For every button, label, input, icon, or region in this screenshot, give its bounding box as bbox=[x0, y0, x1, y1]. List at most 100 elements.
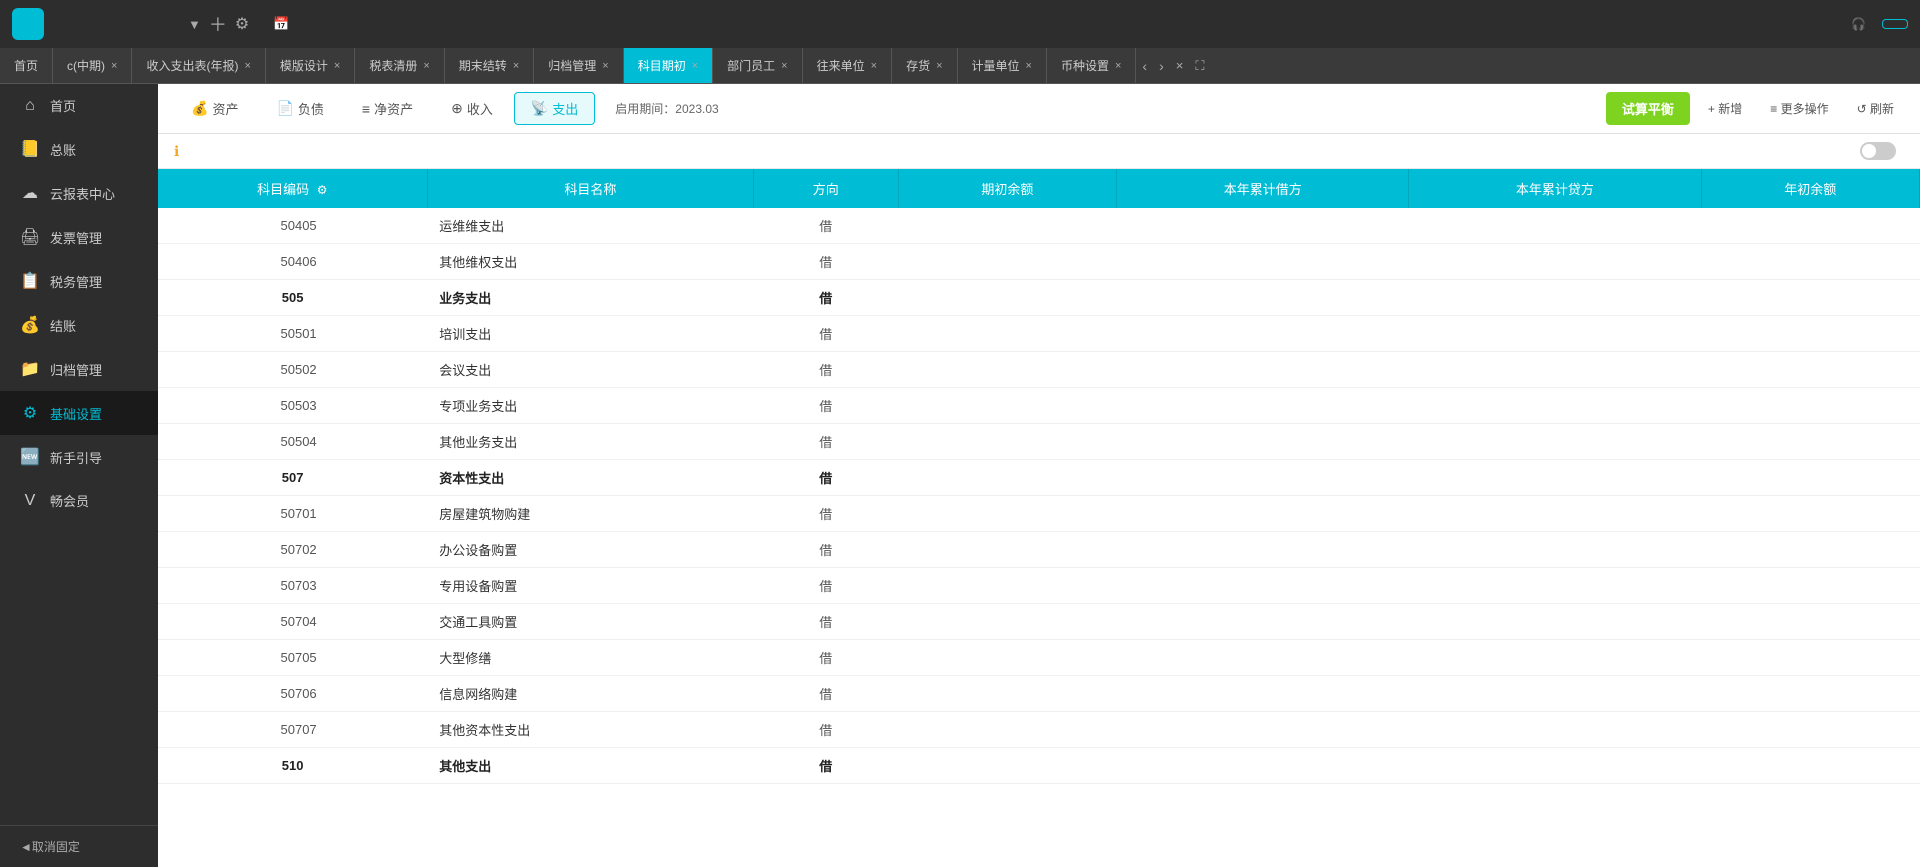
sidebar-item-report[interactable]: ☁ 云报表中心 bbox=[0, 171, 158, 215]
table-row[interactable]: 50704交通工具购置借 bbox=[158, 604, 1920, 640]
tab-存货[interactable]: 存货× bbox=[892, 48, 957, 83]
sidebar-item-guide[interactable]: 🆕 新手引导 bbox=[0, 435, 158, 479]
table-row[interactable]: 50706信息网络购建借 bbox=[158, 676, 1920, 712]
table-row[interactable]: 50502会议支出借 bbox=[158, 352, 1920, 388]
tab-币种设置[interactable]: 币种设置× bbox=[1047, 48, 1136, 83]
sidebar-item-invoice[interactable]: 🖨 发票管理 bbox=[0, 215, 158, 259]
cell-annual-debit bbox=[1117, 352, 1409, 388]
disable-toggle[interactable] bbox=[1860, 142, 1896, 160]
calendar-icon[interactable]: 📅 bbox=[273, 16, 289, 32]
sidebar-collapse-btn[interactable]: ◄取消固定 bbox=[0, 825, 158, 867]
tab-模版设计[interactable]: 模版设计× bbox=[266, 48, 355, 83]
col-header-6: 年初余额 bbox=[1701, 169, 1920, 208]
cell-code: 50502 bbox=[158, 352, 427, 388]
tab-往来单位[interactable]: 往来单位× bbox=[803, 48, 892, 83]
project-dropdown-icon[interactable]: ▼ bbox=[188, 17, 201, 32]
sidebar-item-ledger[interactable]: 📒 总账 bbox=[0, 127, 158, 171]
table-row[interactable]: 50702办公设备购置借 bbox=[158, 532, 1920, 568]
tab-部门员工[interactable]: 部门员工× bbox=[713, 48, 802, 83]
tab-maximize-btn[interactable]: ⛶ bbox=[1189, 58, 1210, 74]
cell-annual-debit bbox=[1117, 532, 1409, 568]
tab-close-icon[interactable]: × bbox=[423, 60, 429, 72]
accounts-table: 科目编码 ⚙科目名称方向期初余额本年累计借方本年累计贷方年初余额 50405运维… bbox=[158, 169, 1920, 784]
sidebar-item-settle[interactable]: 💰 结账 bbox=[0, 303, 158, 347]
tab-close-icon[interactable]: × bbox=[602, 60, 608, 72]
tab-close-icon[interactable]: × bbox=[936, 60, 942, 72]
tab-计量单位[interactable]: 计量单位× bbox=[958, 48, 1047, 83]
account-button[interactable] bbox=[1882, 19, 1908, 29]
action-bar: 试算平衡 + 新增 ≡ 更多操作 ↺ 刷新 bbox=[1606, 92, 1904, 125]
table-row[interactable]: 50701房屋建筑物购建借 bbox=[158, 496, 1920, 532]
cell-annual-credit bbox=[1409, 748, 1701, 784]
cell-name: 专项业务支出 bbox=[427, 388, 753, 424]
table-row[interactable]: 50707其他资本性支出借 bbox=[158, 712, 1920, 748]
cell-direction: 借 bbox=[753, 280, 898, 316]
tab-收入支出表(年报)[interactable]: 收入支出表(年报)× bbox=[132, 48, 265, 83]
liability-icon: 📄 bbox=[276, 100, 293, 117]
column-settings-icon[interactable]: ⚙ bbox=[317, 183, 328, 197]
tab-close-icon[interactable]: × bbox=[692, 60, 698, 72]
cell-year-begin-balance bbox=[1701, 280, 1920, 316]
sidebar-item-tax[interactable]: 📋 税务管理 bbox=[0, 259, 158, 303]
cell-annual-debit bbox=[1117, 208, 1409, 244]
tab-close-icon[interactable]: × bbox=[513, 60, 519, 72]
sub-tab-label-asset: 资产 bbox=[212, 99, 238, 118]
table-row[interactable]: 50406其他维权支出借 bbox=[158, 244, 1920, 280]
sub-tab-income[interactable]: ⊕ 收入 bbox=[434, 92, 510, 125]
refresh-btn[interactable]: ↺ 刷新 bbox=[1847, 94, 1904, 123]
cell-year-begin-balance bbox=[1701, 676, 1920, 712]
customer-service-btn[interactable]: 🎧 bbox=[1851, 17, 1870, 31]
sub-tab-net_asset[interactable]: ≡ 净资产 bbox=[345, 92, 430, 125]
tab-c(中期)[interactable]: c(中期)× bbox=[53, 48, 132, 83]
table-row[interactable]: 507资本性支出借 bbox=[158, 460, 1920, 496]
tab-close-all-btn[interactable]: × bbox=[1170, 58, 1190, 73]
sidebar-item-home[interactable]: ⌂ 首页 bbox=[0, 84, 158, 127]
table-row[interactable]: 50405运维维支出借 bbox=[158, 208, 1920, 244]
cell-annual-credit bbox=[1409, 244, 1701, 280]
project-settings-icon[interactable]: ⚙ bbox=[235, 14, 249, 34]
cell-opening-balance bbox=[898, 568, 1116, 604]
tab-next-btn[interactable]: › bbox=[1153, 48, 1170, 83]
cell-direction: 借 bbox=[753, 604, 898, 640]
tab-close-icon[interactable]: × bbox=[1026, 60, 1032, 72]
table-row[interactable]: 505业务支出借 bbox=[158, 280, 1920, 316]
table-row[interactable]: 50501培训支出借 bbox=[158, 316, 1920, 352]
tab-归档管理[interactable]: 归档管理× bbox=[534, 48, 623, 83]
cell-annual-credit bbox=[1409, 532, 1701, 568]
sub-tab-asset[interactable]: 💰 资产 bbox=[174, 92, 255, 125]
tab-close-icon[interactable]: × bbox=[111, 60, 117, 72]
tab-close-icon[interactable]: × bbox=[334, 60, 340, 72]
sidebar-item-member[interactable]: V 畅会员 bbox=[0, 479, 158, 522]
add-project-btn[interactable]: ＋ bbox=[209, 11, 227, 37]
table-row[interactable]: 50703专用设备购置借 bbox=[158, 568, 1920, 604]
tab-close-icon[interactable]: × bbox=[871, 60, 877, 72]
cell-annual-debit bbox=[1117, 604, 1409, 640]
more-actions-btn[interactable]: ≡ 更多操作 bbox=[1760, 94, 1838, 123]
sidebar-item-settings[interactable]: ⚙ 基础设置 bbox=[0, 391, 158, 435]
cell-code: 50704 bbox=[158, 604, 427, 640]
table-row[interactable]: 50504其他业务支出借 bbox=[158, 424, 1920, 460]
tab-close-icon[interactable]: × bbox=[1115, 60, 1121, 72]
table-wrapper: 科目编码 ⚙科目名称方向期初余额本年累计借方本年累计贷方年初余额 50405运维… bbox=[158, 169, 1920, 867]
col-header-5: 本年累计贷方 bbox=[1409, 169, 1701, 208]
cell-name: 信息网络购建 bbox=[427, 676, 753, 712]
top-bar: ▼ ＋ ⚙ 📅 🎧 bbox=[0, 0, 1920, 48]
balance-button[interactable]: 试算平衡 bbox=[1606, 92, 1690, 125]
cell-opening-balance bbox=[898, 604, 1116, 640]
cell-direction: 借 bbox=[753, 460, 898, 496]
table-row[interactable]: 50503专项业务支出借 bbox=[158, 388, 1920, 424]
tab-科目期初[interactable]: 科目期初× bbox=[624, 48, 713, 83]
tab-prev-btn[interactable]: ‹ bbox=[1136, 48, 1153, 83]
sub-tab-label-liability: 负债 bbox=[298, 99, 324, 118]
tab-close-icon[interactable]: × bbox=[244, 60, 250, 72]
tab-首页[interactable]: 首页 bbox=[0, 48, 53, 83]
sub-tab-expense[interactable]: 📡 支出 bbox=[514, 92, 595, 125]
tab-税表清册[interactable]: 税表清册× bbox=[355, 48, 444, 83]
table-row[interactable]: 510其他支出借 bbox=[158, 748, 1920, 784]
tab-close-icon[interactable]: × bbox=[781, 60, 787, 72]
add-new-btn[interactable]: + 新增 bbox=[1698, 94, 1752, 123]
sidebar-item-archive[interactable]: 📁 归档管理 bbox=[0, 347, 158, 391]
tab-期末结转[interactable]: 期末结转× bbox=[445, 48, 534, 83]
sub-tab-liability[interactable]: 📄 负债 bbox=[259, 92, 340, 125]
table-row[interactable]: 50705大型修缮借 bbox=[158, 640, 1920, 676]
